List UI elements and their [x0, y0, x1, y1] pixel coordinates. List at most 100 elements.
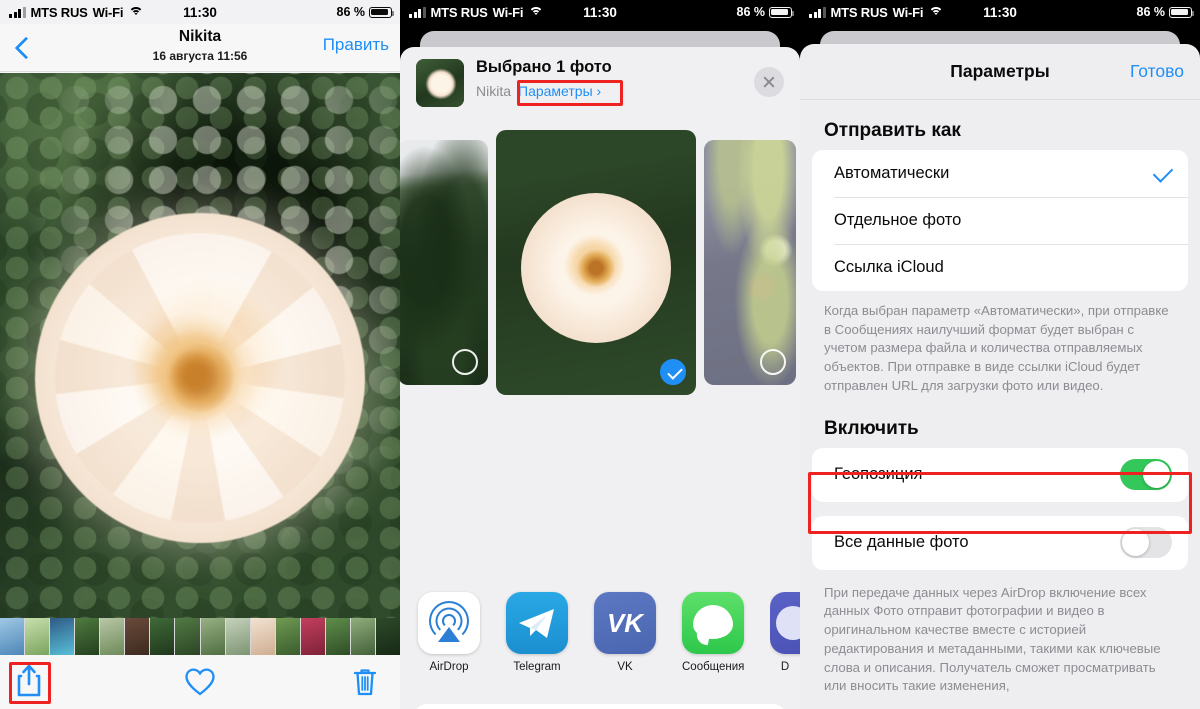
options-sheet: Параметры Готово Отправить как Автоматич…	[800, 44, 1200, 709]
vk-icon: VK	[594, 592, 656, 654]
owner-label: Nikita	[476, 83, 512, 99]
selection-circle[interactable]	[452, 349, 478, 375]
filmstrip-thumbnail[interactable]	[375, 618, 400, 655]
filmstrip-thumbnail[interactable]	[100, 618, 125, 655]
geolocation-toggle[interactable]	[1120, 459, 1172, 491]
app-share-row: AirDrop Telegram VK VK Сообщения D	[400, 592, 800, 688]
share-target-telegram[interactable]: Telegram	[506, 592, 568, 673]
include-note: При передаче данных через AirDrop включе…	[824, 584, 1161, 694]
option-row-individual-photo[interactable]: Отдельное фото	[812, 197, 1188, 244]
option-row-automatic[interactable]: Автоматически	[812, 150, 1188, 197]
trash-icon	[353, 669, 377, 696]
filmstrip-thumbnail[interactable]	[150, 618, 175, 655]
battery-icon	[1169, 6, 1195, 18]
filmstrip-thumbnail[interactable]	[175, 618, 200, 655]
share-target-airdrop[interactable]: AirDrop	[418, 592, 480, 673]
airdrop-icon	[418, 592, 480, 654]
telegram-plane-glyph	[519, 609, 554, 638]
chevron-right-icon: ›	[596, 83, 602, 99]
toggle-label: Геопозиция	[834, 465, 923, 484]
filmstrip-thumbnail[interactable]	[0, 618, 25, 655]
photo-filmstrip[interactable]	[0, 618, 400, 655]
discord-icon	[770, 592, 800, 654]
favorite-button[interactable]	[184, 667, 216, 702]
filmstrip-thumbnail[interactable]	[325, 618, 350, 655]
selection-title: Выбрано 1 фото	[476, 58, 612, 76]
app-label: VK	[617, 661, 633, 673]
telegram-icon	[506, 592, 568, 654]
thumbnail-image	[416, 59, 464, 107]
status-bar-panel2: MTS RUS Wi-Fi 11:30 86 %	[400, 0, 800, 24]
filmstrip-thumbnail[interactable]	[225, 618, 250, 655]
toggle-row-geolocation[interactable]: Геопозиция	[812, 448, 1188, 502]
photo-carousel[interactable]	[400, 126, 800, 399]
filmstrip-thumbnail[interactable]	[75, 618, 100, 655]
share-sheet-header: Выбрано 1 фото Nikita Параметры ›	[400, 47, 800, 119]
filmstrip-thumbnail[interactable]	[200, 618, 225, 655]
option-row-icloud-link[interactable]: Ссылка iCloud	[812, 244, 1188, 291]
share-sheet: Выбрано 1 фото Nikita Параметры › AirDro…	[400, 47, 800, 709]
option-label: Отдельное фото	[834, 211, 962, 229]
copy-photo-action[interactable]: Скопировать фото	[414, 704, 786, 709]
options-link[interactable]: Параметры ›	[518, 83, 601, 99]
navigation-bar: Nikita 16 августа 11:56 Править	[0, 24, 400, 72]
carousel-thumb-image	[400, 140, 488, 385]
app-label: Сообщения	[682, 661, 745, 673]
toggle-knob	[1143, 461, 1170, 489]
filmstrip-thumbnail[interactable]	[50, 618, 75, 655]
close-button[interactable]	[754, 67, 784, 97]
carousel-thumb-image	[704, 140, 796, 385]
toggle-label: Все данные фото	[834, 533, 969, 552]
panel-options: MTS RUS Wi-Fi 11:30 86 % Параметры Готов…	[800, 0, 1200, 709]
share-target-messages[interactable]: Сообщения	[682, 592, 744, 673]
toggle-row-all-photo-data[interactable]: Все данные фото	[812, 516, 1188, 570]
main-photo[interactable]	[0, 73, 400, 618]
share-target-vk[interactable]: VK VK	[594, 592, 656, 673]
done-button[interactable]: Готово	[1130, 61, 1184, 82]
carousel-item-trees[interactable]	[400, 140, 488, 385]
battery-icon	[369, 6, 395, 18]
edit-button[interactable]: Править	[323, 35, 389, 55]
all-photo-data-toggle[interactable]	[1120, 527, 1172, 559]
share-button[interactable]	[14, 662, 44, 700]
toggle-knob	[1122, 529, 1149, 557]
status-right-group: 86 %	[737, 5, 795, 19]
filmstrip-thumbnail[interactable]	[300, 618, 325, 655]
selection-circle[interactable]	[760, 349, 786, 375]
filmstrip-thumbnail[interactable]	[275, 618, 300, 655]
filmstrip-thumbnail[interactable]	[350, 618, 375, 655]
screenshot-stage: MTS RUS Wi-Fi 11:30 86 % Nikita 16 авгус…	[0, 0, 1200, 709]
app-label: AirDrop	[429, 661, 469, 673]
include-group-geolocation: Геопозиция	[812, 447, 1188, 502]
photo-toolbar	[0, 655, 400, 709]
carousel-item-lilypads[interactable]	[704, 140, 796, 385]
options-link-label: Параметры	[518, 83, 593, 99]
panel-photo-viewer: MTS RUS Wi-Fi 11:30 86 % Nikita 16 авгус…	[0, 0, 400, 709]
selection-checkmark[interactable]	[660, 359, 686, 385]
app-label: Telegram	[513, 661, 561, 673]
heart-icon	[185, 668, 215, 696]
battery-percent-label: 86 %	[336, 5, 366, 19]
option-label: Ссылка iCloud	[834, 258, 944, 276]
selection-subtitle-row: Nikita Параметры ›	[476, 83, 601, 99]
messages-icon	[682, 592, 744, 654]
status-bar-panel1: MTS RUS Wi-Fi 11:30 86 %	[0, 0, 400, 24]
options-header: Параметры Готово	[800, 44, 1200, 100]
filmstrip-thumbnail[interactable]	[25, 618, 50, 655]
include-group-all-photo-data: Все данные фото	[812, 515, 1188, 570]
carousel-thumb-image	[521, 192, 671, 343]
checkmark-icon	[1152, 164, 1172, 184]
send-as-note: Когда выбран параметр «Автоматически», п…	[824, 303, 1169, 393]
filmstrip-thumbnail[interactable]	[125, 618, 150, 655]
share-icon	[17, 664, 41, 697]
status-bar-panel3: MTS RUS Wi-Fi 11:30 86 %	[800, 0, 1200, 24]
send-as-section-title: Отправить как	[824, 120, 961, 141]
carousel-item-rose[interactable]	[496, 130, 696, 395]
share-target-discord[interactable]: D	[770, 592, 800, 673]
filmstrip-thumbnail[interactable]	[250, 618, 275, 655]
status-right-group: 86 %	[1137, 5, 1195, 19]
include-section-title: Включить	[824, 417, 919, 439]
battery-icon	[769, 6, 795, 18]
delete-button[interactable]	[352, 667, 378, 702]
send-as-group: Автоматически Отдельное фото Ссылка iClo…	[812, 150, 1188, 291]
